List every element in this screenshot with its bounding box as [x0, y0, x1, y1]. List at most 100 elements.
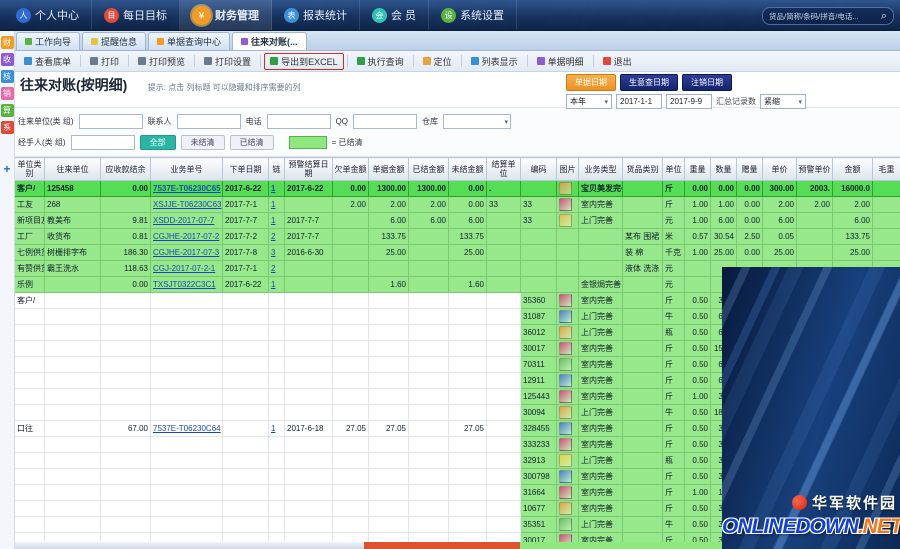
table-cell: 树栅排字布 [45, 245, 101, 261]
sidebar-tab-receive[interactable]: 收 [1, 53, 14, 66]
settle-date-button[interactable]: 生意查日期 [620, 74, 678, 91]
table-row[interactable]: 客户/1254580.007537E-T06230C652017-6-22120… [15, 181, 900, 197]
sidebar-tab-audit[interactable]: 核 [1, 70, 14, 83]
filter-radio-all[interactable]: 全部 [140, 135, 176, 150]
column-header[interactable]: 编码 [521, 158, 557, 181]
nav-icon-reports: 表 [284, 8, 299, 23]
exit-button[interactable]: 退出 [597, 53, 638, 70]
column-header[interactable]: 链 [269, 158, 285, 181]
phone-input[interactable] [267, 114, 331, 129]
table-row[interactable]: 新项目友教美布9.81XSDD-2017-07-72017-7-712017-7… [15, 213, 900, 229]
global-search-input[interactable]: 货品/简称/条码/拼音/电话... ⌕ [762, 7, 894, 25]
sidebar-tab-finance[interactable]: 财 [1, 36, 14, 49]
table-cell: 2017-7-7 [285, 229, 333, 245]
doc-link[interactable]: CGJHE-2017-07-2 [153, 232, 219, 241]
table-row[interactable]: 工友268XSJJE-T06230C632017-7-112.002.002.0… [15, 197, 900, 213]
sidebar-tab-calc[interactable]: 算 [1, 104, 14, 117]
column-header[interactable]: 单据金额 [369, 158, 409, 181]
table-row[interactable]: 七例供货树栅排字布186.30CGJHE-2017-07-32017-7-832… [15, 245, 900, 261]
handler-input[interactable] [71, 135, 135, 150]
tab-reminders[interactable]: 提醒信息 [82, 32, 146, 50]
count-link[interactable]: 3 [271, 248, 275, 257]
qq-input[interactable] [353, 114, 417, 129]
column-header[interactable]: 未结金额 [449, 158, 487, 181]
column-header[interactable]: 预警结算日期 [285, 158, 333, 181]
date-to-input[interactable]: 2017-9-9 [666, 94, 712, 109]
doc-date-button[interactable]: 单据日期 [566, 74, 616, 91]
nav-item-finance[interactable]: ￥财务管理 [180, 0, 272, 30]
nav-item-members[interactable]: 会会 员 [360, 0, 429, 30]
column-header[interactable]: 预警单价 [797, 158, 833, 181]
doc-detail-button[interactable]: 单据明细 [531, 53, 590, 70]
column-header[interactable]: 结算单位 [487, 158, 521, 181]
list-view-button[interactable]: 列表显示 [465, 53, 524, 70]
tab-reconciliation[interactable]: 往来对账(... [232, 32, 307, 50]
nav-item-reports[interactable]: 表报表统计 [272, 0, 360, 30]
column-header[interactable]: 单价 [763, 158, 797, 181]
sidebar-add-button[interactable]: + [3, 162, 10, 176]
column-header[interactable]: 货品类别 [623, 158, 663, 181]
table-cell [45, 421, 101, 437]
table-cell [101, 197, 151, 213]
print-settings-button[interactable]: 打印设置 [198, 53, 257, 70]
period-select[interactable]: 本年 ▾ [566, 94, 612, 109]
view-base-button[interactable]: 查看底单 [18, 53, 77, 70]
sidebar-tab-sales[interactable]: 销 [1, 87, 14, 100]
tab-doc-center[interactable]: 单据查询中心 [148, 32, 230, 50]
warehouse-select[interactable]: ▾ [443, 114, 511, 129]
table-cell: 2017-7-2 [223, 229, 269, 245]
print-button[interactable]: 打印 [84, 53, 125, 70]
column-header[interactable]: 单位 [663, 158, 685, 181]
count-link[interactable]: 1 [271, 280, 275, 289]
doc-link[interactable]: XSJJE-T06230C63 [153, 200, 221, 209]
contact-input[interactable] [177, 114, 241, 129]
column-header[interactable]: 单位类别 [15, 158, 45, 181]
print-preview-button[interactable]: 打印预览 [132, 53, 191, 70]
table-cell [15, 469, 45, 485]
count-link[interactable]: 2 [271, 264, 275, 273]
column-header[interactable]: 业务单号 [151, 158, 223, 181]
table-cell [579, 229, 623, 245]
export-excel-button[interactable]: 导出到EXCEL [264, 53, 344, 70]
nav-item-settings[interactable]: 设系统设置 [429, 0, 517, 30]
doc-link[interactable]: 7537E-T06230C65 [153, 184, 221, 193]
nav-item-daily-goal[interactable]: 目每日目标 [92, 0, 180, 30]
sidebar-tab-system[interactable]: 系 [1, 121, 14, 134]
table-row[interactable]: 工厂收货布0.81CGJHE-2017-07-22017-7-222017-7-… [15, 229, 900, 245]
column-header[interactable]: 业务类型 [579, 158, 623, 181]
column-header[interactable]: 毛重 [873, 158, 900, 181]
count-link[interactable]: 1 [271, 184, 275, 193]
count-link[interactable]: 1 [271, 216, 275, 225]
run-query-button[interactable]: 执行查询 [351, 53, 410, 70]
filter-radio-unsettled[interactable]: 未结清 [181, 135, 225, 150]
table-cell: 室内完善 [579, 469, 623, 485]
doc-link[interactable]: TXSJT0322C3C1 [153, 280, 216, 289]
column-header[interactable]: 下单日期 [223, 158, 269, 181]
count-link[interactable]: 2 [271, 232, 275, 241]
compact-select[interactable]: 紧缩 ▾ [760, 94, 806, 109]
doc-link[interactable]: CGJ-2017-07-2-1 [153, 264, 215, 273]
cancel-date-button[interactable]: 注销日期 [682, 74, 732, 91]
column-header[interactable]: 图片 [557, 158, 579, 181]
nav-item-profile[interactable]: 人个人中心 [4, 0, 92, 30]
column-header[interactable]: 往来单位 [45, 158, 101, 181]
filter-radio-settled[interactable]: 已结清 [230, 135, 274, 150]
column-header[interactable]: 重量 [685, 158, 711, 181]
column-header[interactable]: 欠单金额 [333, 158, 369, 181]
column-header[interactable]: 已结金额 [409, 158, 449, 181]
totals-pager[interactable] [14, 542, 364, 549]
locate-button[interactable]: 定位 [417, 53, 458, 70]
nav-icon-profile: 人 [16, 8, 31, 23]
partner-input[interactable] [79, 114, 143, 129]
date-from-input[interactable]: 2017-1-1 [616, 94, 662, 109]
count-link[interactable]: 1 [271, 424, 275, 433]
count-link[interactable]: 1 [271, 200, 275, 209]
column-header[interactable]: 金额 [833, 158, 873, 181]
doc-link[interactable]: XSDD-2017-07-7 [153, 216, 214, 225]
doc-link[interactable]: CGJHE-2017-07-3 [153, 248, 219, 257]
column-header[interactable]: 赠量 [737, 158, 763, 181]
doc-link[interactable]: 7537E-T06230C64 [153, 424, 221, 433]
column-header[interactable]: 数量 [711, 158, 737, 181]
column-header[interactable]: 应收款结余 [101, 158, 151, 181]
tab-wizard[interactable]: 工作向导 [16, 32, 80, 50]
